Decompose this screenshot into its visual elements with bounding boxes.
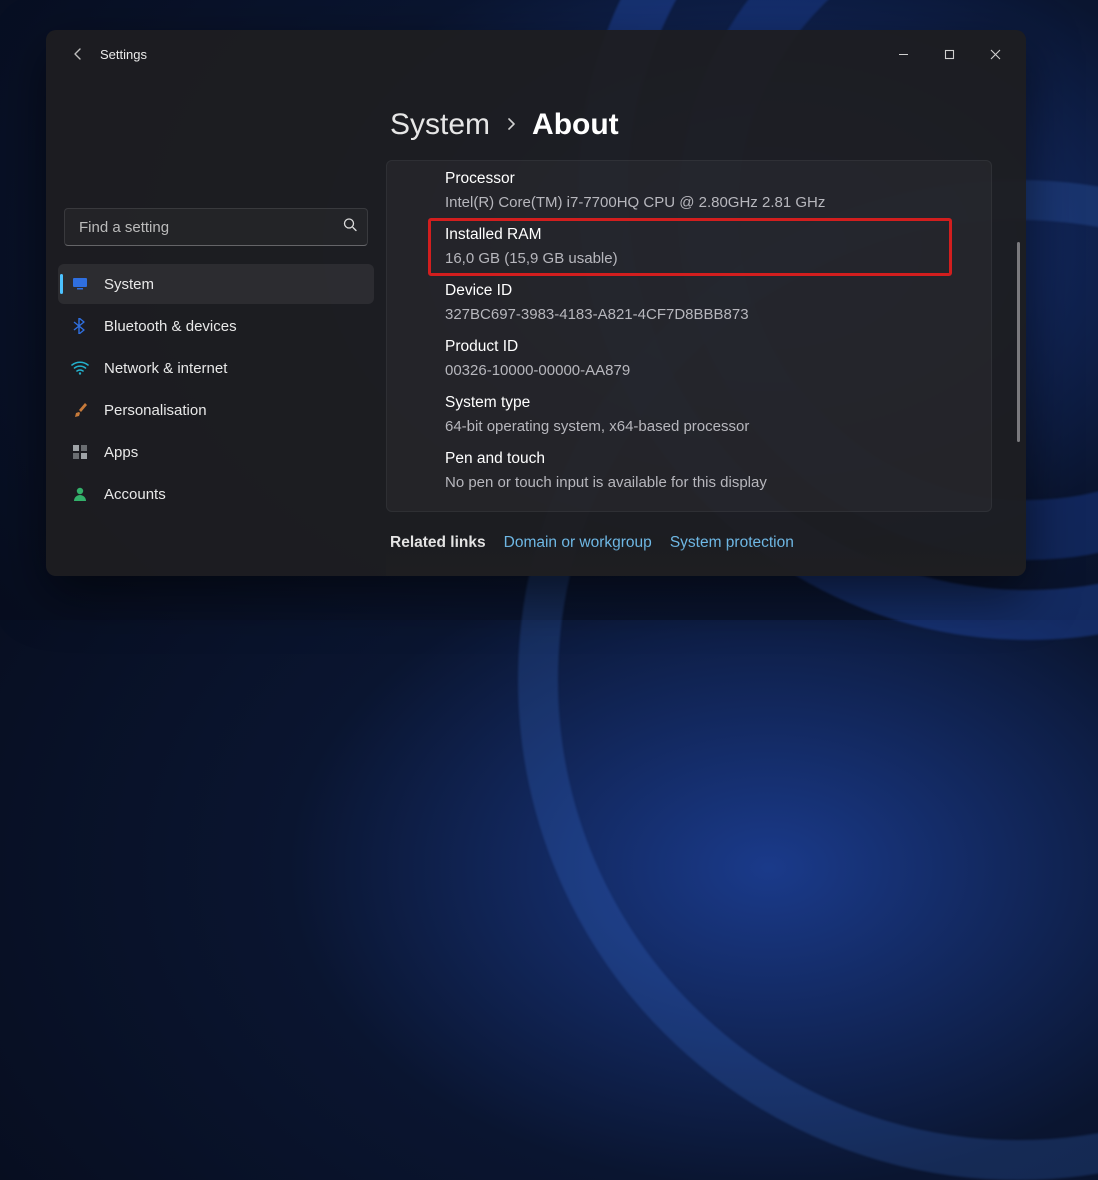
- spec-value: 64-bit operating system, x64-based proce…: [445, 418, 967, 435]
- spec-row: Device ID 327BC697-3983-4183-A821-4CF7D8B…: [387, 275, 991, 331]
- apps-icon: [70, 442, 90, 462]
- related-link[interactable]: Domain or workgroup: [504, 534, 652, 552]
- main: System About Processor Intel(R) Core(TM) …: [386, 78, 1026, 576]
- nav: System Bluetooth & devices Network & inter…: [58, 264, 374, 514]
- spec-row: System type 64-bit operating system, x64-…: [387, 387, 991, 443]
- related-link[interactable]: System protection: [670, 534, 794, 552]
- titlebar: Settings: [46, 30, 1026, 78]
- scrollbar[interactable]: [1017, 242, 1020, 442]
- spec-row: Pen and touch No pen or touch input is av…: [387, 443, 991, 499]
- maximize-button[interactable]: [926, 38, 972, 70]
- sidebar-item-label: Personalisation: [104, 402, 207, 419]
- related-links-label: Related links: [390, 534, 486, 552]
- sidebar-item-label: Apps: [104, 444, 138, 461]
- sidebar-item-label: Accounts: [104, 486, 166, 503]
- brush-icon: [70, 400, 90, 420]
- person-icon: [70, 484, 90, 504]
- spec-label: Pen and touch: [445, 450, 967, 468]
- chevron-right-icon: [504, 114, 518, 137]
- bluetooth-icon: [70, 316, 90, 336]
- spec-label: Device ID: [445, 282, 967, 300]
- sidebar-item-personalisation[interactable]: Personalisation: [58, 390, 374, 430]
- wifi-icon: [70, 358, 90, 378]
- spec-value: No pen or touch input is available for t…: [445, 474, 967, 491]
- sidebar-item-label: Bluetooth & devices: [104, 318, 237, 335]
- breadcrumb: System About: [390, 108, 1026, 160]
- window-controls: [880, 38, 1018, 70]
- spec-label: Product ID: [445, 338, 967, 356]
- device-specs-panel: Processor Intel(R) Core(TM) i7-7700HQ CPU…: [386, 160, 992, 512]
- close-button[interactable]: [972, 38, 1018, 70]
- search-wrap: [64, 208, 368, 246]
- spec-row: Processor Intel(R) Core(TM) i7-7700HQ CPU…: [387, 163, 991, 219]
- spec-value: 16,0 GB (15,9 GB usable): [445, 250, 927, 267]
- breadcrumb-current: About: [532, 108, 619, 142]
- search-input[interactable]: [64, 208, 368, 246]
- display-icon: [70, 274, 90, 294]
- sidebar-item-accounts[interactable]: Accounts: [58, 474, 374, 514]
- sidebar-item-network-internet[interactable]: Network & internet: [58, 348, 374, 388]
- spec-row: Product ID 00326-10000-00000-AA879: [387, 331, 991, 387]
- breadcrumb-parent[interactable]: System: [390, 108, 490, 142]
- spec-row: Installed RAM 16,0 GB (15,9 GB usable): [429, 219, 951, 275]
- spec-label: Installed RAM: [445, 226, 927, 244]
- back-button[interactable]: [64, 40, 92, 68]
- spec-value: 327BC697-3983-4183-A821-4CF7D8BBB873: [445, 306, 967, 323]
- sidebar: System Bluetooth & devices Network & inter…: [46, 78, 386, 576]
- spec-value: 00326-10000-00000-AA879: [445, 362, 967, 379]
- settings-window: Settings System Bluetooth & devices Networ…: [46, 30, 1026, 576]
- spec-label: System type: [445, 394, 967, 412]
- sidebar-item-label: System: [104, 276, 154, 293]
- sidebar-item-system[interactable]: System: [58, 264, 374, 304]
- spec-value: Intel(R) Core(TM) i7-7700HQ CPU @ 2.80GH…: [445, 194, 967, 211]
- spec-label: Processor: [445, 170, 967, 188]
- sidebar-item-apps[interactable]: Apps: [58, 432, 374, 472]
- related-links: Related links Domain or workgroup System…: [386, 534, 1026, 552]
- app-title: Settings: [100, 47, 147, 62]
- sidebar-item-bluetooth-devices[interactable]: Bluetooth & devices: [58, 306, 374, 346]
- minimize-button[interactable]: [880, 38, 926, 70]
- sidebar-item-label: Network & internet: [104, 360, 227, 377]
